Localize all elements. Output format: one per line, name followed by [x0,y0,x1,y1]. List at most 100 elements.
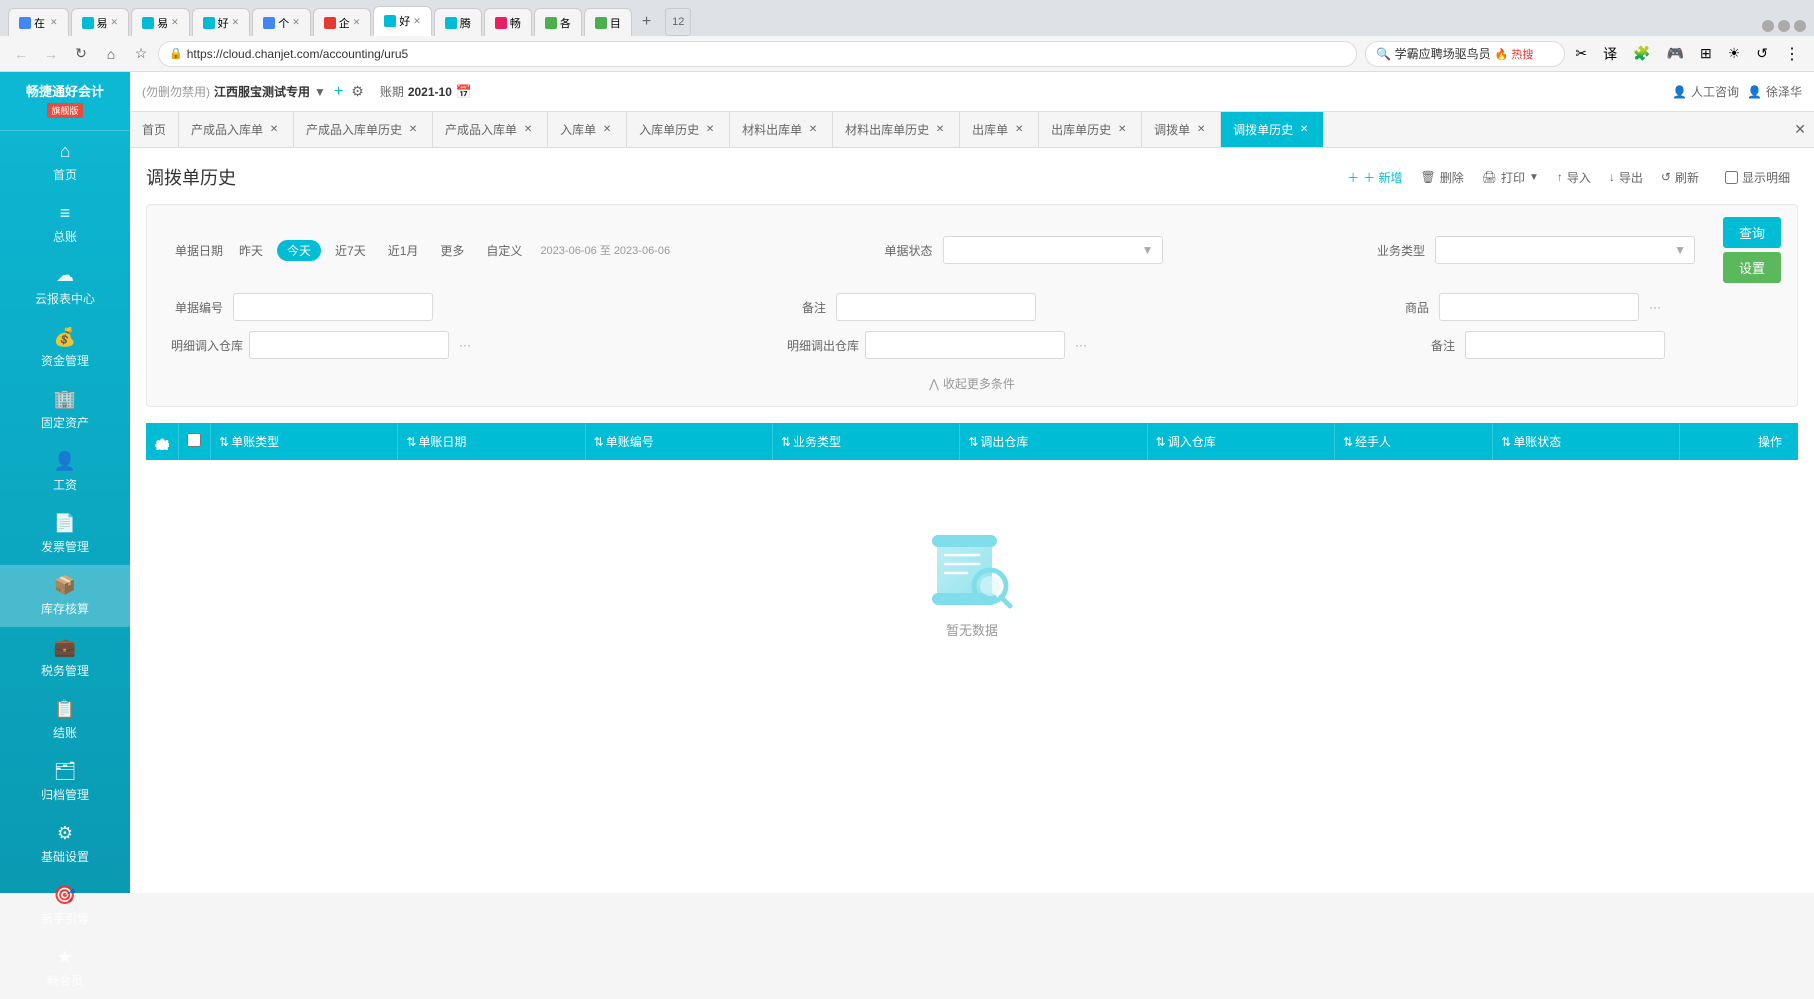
settings-gear-btn[interactable]: ⚙ [351,83,364,100]
sidebar-item-salary[interactable]: 👤 工资 [0,441,130,503]
tab-close-1[interactable]: ✕ [50,17,58,28]
home-btn[interactable]: ⌂ [98,41,124,67]
close-finished-goods-in[interactable]: ✕ [267,123,281,137]
calendar-icon[interactable]: 📅 [456,84,472,100]
col-header-number[interactable]: ⇅ 单账编号 [585,423,772,460]
sidebar-item-member[interactable]: ★ 畅会员 [0,937,130,999]
warehouse-in-more-btn[interactable]: ··· [455,338,475,352]
maximize-btn[interactable] [1778,20,1790,32]
sidebar-item-cloud-report[interactable]: ☁ 云报表中心 [0,255,130,317]
sidebar-item-ledger[interactable]: ≡ 总账 [0,193,130,255]
close-material-out-history[interactable]: ✕ [933,123,947,137]
browser-tab-10[interactable]: 各 [534,8,582,36]
col-header-date[interactable]: ⇅ 单账日期 [398,423,585,460]
col-header-status[interactable]: ⇅ 单账状态 [1493,423,1680,460]
new-tab-button[interactable]: + [634,8,659,36]
company-selector[interactable]: (勿删勿禁用) 江西服宝测试专用 ▼ [142,83,326,100]
status-select[interactable]: ▼ [943,236,1163,264]
address-bar[interactable]: 🔒 https://cloud.chanjet.com/accounting/u… [158,41,1357,67]
page-tab-transfer[interactable]: 调拨单 ✕ [1142,112,1221,148]
col-header-handler[interactable]: ⇅ 经手人 [1334,423,1492,460]
tab-close-2[interactable]: ✕ [111,17,119,28]
brightness-icon[interactable]: ☀ [1722,45,1747,62]
history-icon[interactable]: ↺ [1750,45,1774,62]
add-company-btn[interactable]: + [334,83,343,101]
warehouse-out-input[interactable] [865,331,1065,359]
collapse-btn[interactable]: ⋀ 收起更多条件 [929,375,1015,392]
close-panel-btn[interactable]: ✕ [1786,121,1814,138]
forward-btn[interactable]: → [38,41,64,67]
browser-tab-3[interactable]: 易 ✕ [131,8,190,36]
sidebar-item-inventory[interactable]: 📦 库存核算 [0,565,130,627]
import-btn[interactable]: ↑ 导入 [1549,165,1599,190]
scissors-icon[interactable]: ✂ [1569,45,1593,62]
tab-close-7[interactable]: ✕ [413,16,421,27]
doc-no-input[interactable] [233,293,433,321]
page-tab-stock-in-history[interactable]: 入库单历史 ✕ [627,112,730,148]
sidebar-item-fixed-assets[interactable]: 🏢 固定资产 [0,379,130,441]
col-header-business-type[interactable]: ⇅ 业务类型 [772,423,959,460]
warehouse-in-input[interactable] [249,331,449,359]
page-tab-material-out[interactable]: 材料出库单 ✕ [730,112,833,148]
tab-close-5[interactable]: ✕ [292,17,300,28]
page-tab-finished-goods-in2[interactable]: 产成品入库单 ✕ [433,112,548,148]
bookmark-btn[interactable]: ☆ [128,41,154,67]
close-stock-in-history[interactable]: ✕ [703,123,717,137]
business-type-select[interactable]: ▼ [1435,236,1695,264]
settings-btn[interactable]: 设置 [1723,252,1781,283]
extension-icon[interactable]: 🧩 [1627,45,1656,62]
browser-tab-9[interactable]: 畅 [484,8,532,36]
tab-close-4[interactable]: ✕ [232,17,240,28]
search-bar[interactable]: 🔍 学霸应聘场驱鸟员 🔥 热搜 [1365,41,1565,67]
print-btn[interactable]: 🖨 打印 ▼ [1474,165,1547,190]
col-header-warehouse-in[interactable]: ⇅ 调入仓库 [1147,423,1334,460]
service-btn[interactable]: 👤 人工咨询 [1672,83,1739,100]
close-stock-out-history[interactable]: ✕ [1115,123,1129,137]
translate-icon[interactable]: 译 [1597,44,1623,64]
browser-tab-6[interactable]: 企 ✕ [313,8,372,36]
reload-btn[interactable]: ↻ [68,41,94,67]
goods-input[interactable] [1439,293,1639,321]
delete-btn[interactable]: 🗑 删除 [1412,165,1471,190]
minimize-btn[interactable] [1762,20,1774,32]
print-dropdown-icon[interactable]: ▼ [1529,172,1539,183]
close-browser-btn[interactable] [1794,20,1806,32]
page-tab-stock-out-history[interactable]: 出库单历史 ✕ [1039,112,1142,148]
browser-tab-1[interactable]: 在 ✕ [8,8,69,36]
browser-tab-11[interactable]: 目 [584,8,632,36]
close-material-out[interactable]: ✕ [806,123,820,137]
page-tab-home[interactable]: 首页 [130,112,179,148]
sidebar-item-settings[interactable]: ⚙ 基础设置 [0,813,130,875]
sidebar-item-invoice[interactable]: 📄 发票管理 [0,503,130,565]
page-tab-finished-goods-history[interactable]: 产成品入库单历史 ✕ [294,112,433,148]
date-btn-more[interactable]: 更多 [432,240,472,261]
sidebar-item-home[interactable]: ⌂ 首页 [0,131,130,193]
col-header-type[interactable]: ⇅ 单账类型 [211,423,398,460]
gear-settings-icon[interactable] [154,434,170,450]
back-btn[interactable]: ← [8,41,34,67]
date-btn-7days[interactable]: 近7天 [327,240,374,261]
close-transfer[interactable]: ✕ [1194,123,1208,137]
select-all-checkbox[interactable] [187,433,201,447]
close-finished-goods-history[interactable]: ✕ [406,123,420,137]
close-finished-goods-in2[interactable]: ✕ [521,123,535,137]
warehouse-out-more-btn[interactable]: ··· [1071,338,1091,352]
close-transfer-history[interactable]: ✕ [1297,123,1311,137]
export-btn[interactable]: ↓ 导出 [1601,165,1651,190]
table-gear-header[interactable] [146,423,179,460]
col-header-warehouse-out[interactable]: ⇅ 调出仓库 [960,423,1147,460]
browser-tab-8[interactable]: 腾 [434,8,482,36]
remark-input[interactable] [836,293,1036,321]
close-stock-in[interactable]: ✕ [600,123,614,137]
page-tab-material-out-history[interactable]: 材料出库单历史 ✕ [833,112,960,148]
new-btn[interactable]: ＋ ＋ 新增 [1339,165,1410,190]
sidebar-item-guide[interactable]: 🎯 新手引导 [0,875,130,937]
browser-tab-5[interactable]: 个 ✕ [252,8,311,36]
goods-more-btn[interactable]: ··· [1645,300,1665,314]
menu-icon[interactable]: ⋮ [1778,44,1806,64]
game-icon[interactable]: 🎮 [1661,45,1690,62]
user-info[interactable]: 👤 徐泽华 [1747,83,1802,100]
page-tab-stock-out[interactable]: 出库单 ✕ [960,112,1039,148]
page-tab-stock-in[interactable]: 入库单 ✕ [548,112,627,148]
close-stock-out[interactable]: ✕ [1012,123,1026,137]
